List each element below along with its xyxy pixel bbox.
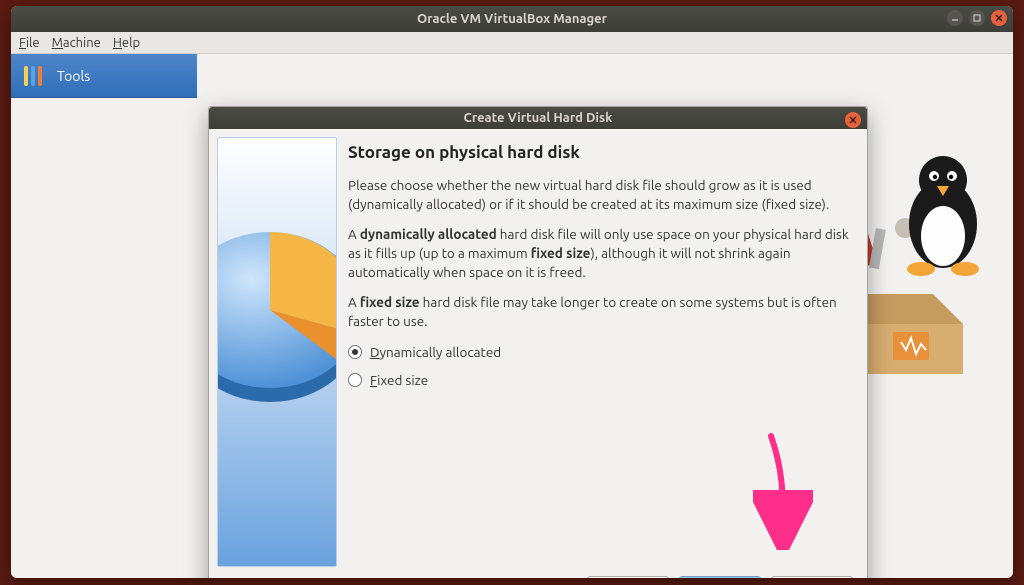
radio-fixed[interactable]: Fixed size <box>348 371 849 390</box>
back-button[interactable]: < Back <box>587 576 669 578</box>
tools-icon <box>21 63 47 89</box>
minimize-button[interactable] <box>947 10 963 26</box>
wizard-para-2: A dynamically allocated hard disk file w… <box>348 225 849 281</box>
main-body: Tools <box>11 54 1013 578</box>
wizard-body: Storage on physical hard disk Please cho… <box>209 129 867 575</box>
wizard-buttons: < Back Next > Cancel <box>209 575 867 578</box>
wizard-titlebar: Create Virtual Hard Disk <box>209 107 867 129</box>
wizard-dialog: Create Virtual Hard Disk <box>208 106 868 578</box>
radio-dynamic-label: Dynamically allocated <box>370 343 501 362</box>
cancel-button[interactable]: Cancel <box>771 576 853 578</box>
maximize-button[interactable] <box>969 10 985 26</box>
radio-fixed-indicator <box>348 373 362 387</box>
wizard-para-1: Please choose whether the new virtual ha… <box>348 176 849 213</box>
wizard-close-button[interactable] <box>845 112 861 128</box>
pie-icon <box>217 214 337 414</box>
wizard-title-text: Create Virtual Hard Disk <box>464 111 613 125</box>
tools-item[interactable]: Tools <box>11 54 197 98</box>
main-window: Oracle VM VirtualBox Manager File Machin… <box>11 6 1013 578</box>
window-controls <box>947 10 1007 26</box>
wizard-side-art <box>209 129 344 575</box>
main-window-title: Oracle VM VirtualBox Manager <box>417 12 607 26</box>
menu-machine[interactable]: Machine <box>52 36 101 50</box>
menu-help[interactable]: Help <box>113 36 140 50</box>
main-titlebar: Oracle VM VirtualBox Manager <box>11 6 1013 32</box>
menu-file[interactable]: File <box>19 36 40 50</box>
close-button[interactable] <box>991 10 1007 26</box>
tools-label: Tools <box>57 68 90 84</box>
wizard-content: Storage on physical hard disk Please cho… <box>344 129 867 575</box>
wizard-heading: Storage on physical hard disk <box>348 141 849 164</box>
next-button[interactable]: Next > <box>679 576 761 578</box>
radio-dynamic-indicator <box>348 345 362 359</box>
wizard-para-3: A fixed size hard disk file may take lon… <box>348 293 849 330</box>
radio-dynamic[interactable]: Dynamically allocated <box>348 343 849 362</box>
menubar: File Machine Help <box>11 32 1013 54</box>
radio-fixed-label: Fixed size <box>370 371 428 390</box>
